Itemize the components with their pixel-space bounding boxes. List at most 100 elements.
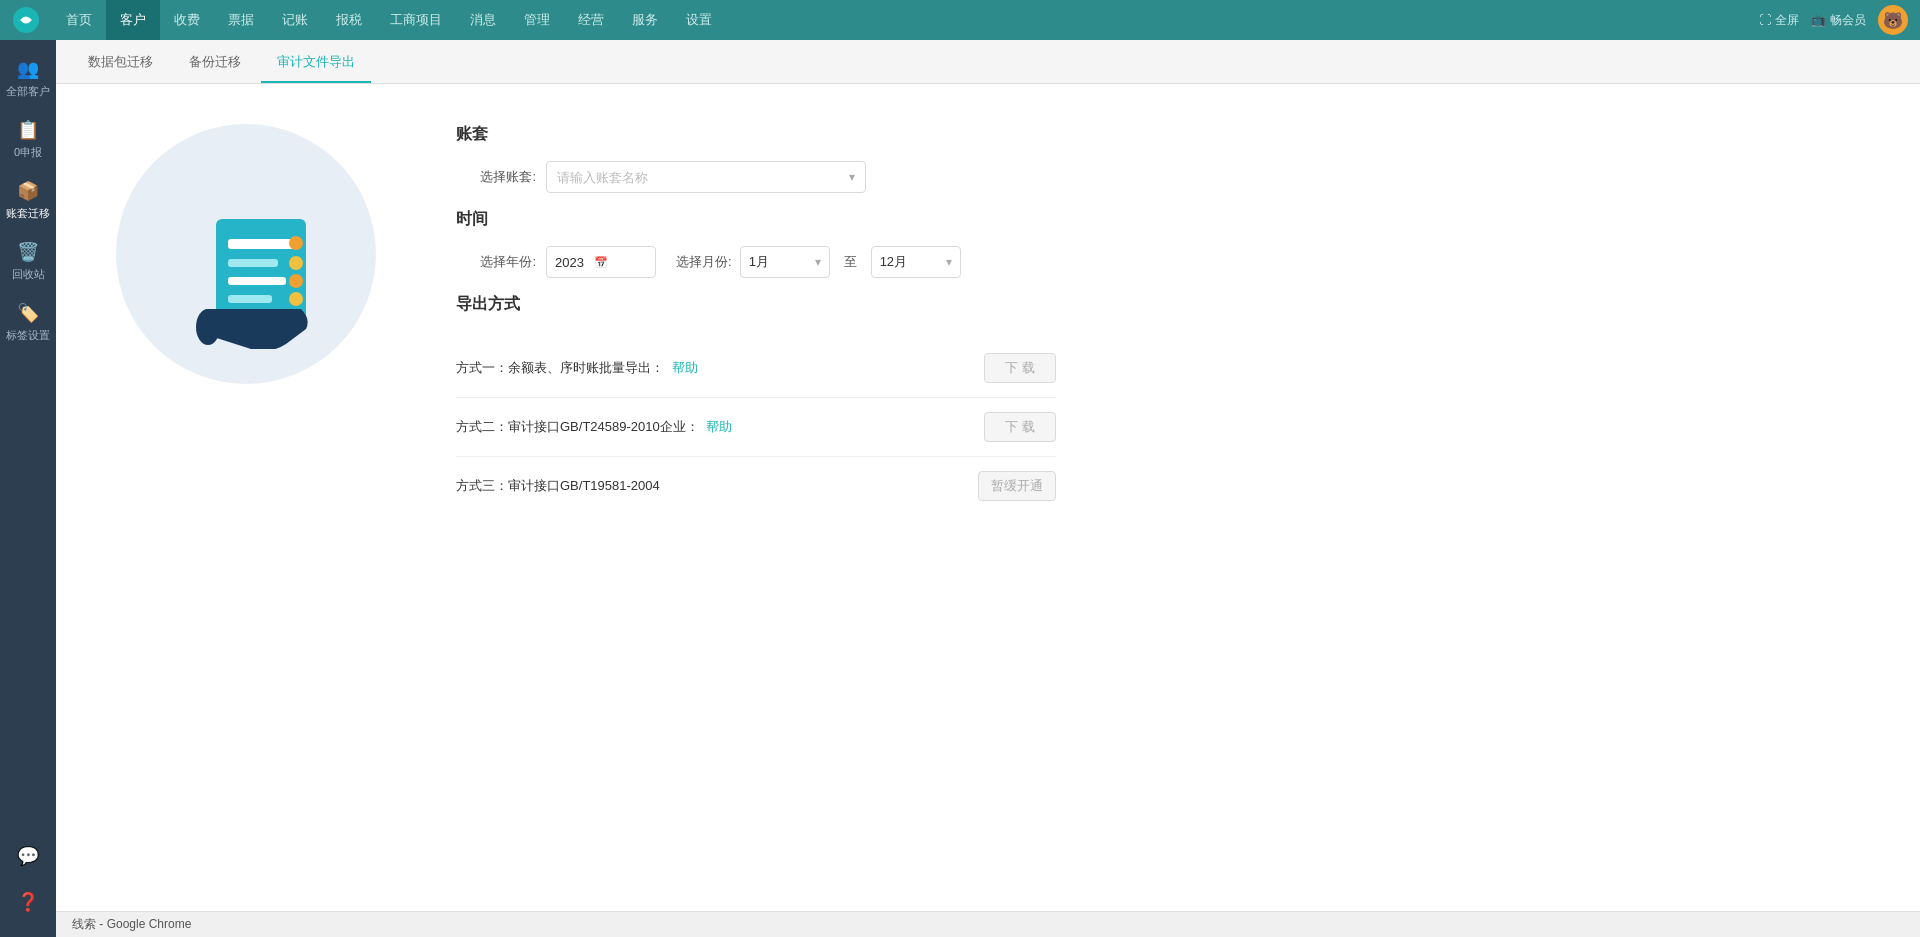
tab-backup-migrate[interactable]: 备份迁移 [173,43,257,83]
sidebar-label-tag-settings: 标签设置 [6,328,50,343]
export-method-2-text: 方式二：审计接口GB/T24589-2010企业： 帮助 [456,418,984,436]
download-button-1[interactable]: 下 载 [984,353,1056,383]
svg-rect-4 [228,277,286,285]
logo [8,2,44,38]
illustration-svg [166,159,326,349]
svg-rect-3 [228,259,278,267]
nav-fee[interactable]: 收费 [160,0,214,40]
download-button-2[interactable]: 下 载 [984,412,1056,442]
sidebar: 👥 全部客户 📋 0申报 📦 账套迁移 🗑️ 回收站 🏷️ 标签设置 💬 ❓ [0,40,56,937]
month-label: 选择月份: [676,253,732,271]
export-method-1-text: 方式一：余额表、序时账批量导出： 帮助 [456,359,984,377]
sidebar-label-all-customers: 全部客户 [6,84,50,99]
account-section-title: 账套 [456,124,1056,145]
svg-point-6 [289,236,303,250]
tag-icon: 🏷️ [17,302,39,324]
account-input[interactable] [557,170,849,185]
nav-tax[interactable]: 报税 [322,0,376,40]
export-section-title: 导出方式 [456,294,1056,315]
nav-business[interactable]: 工商项目 [376,0,456,40]
sidebar-label-recycle: 回收站 [12,267,45,282]
sidebar-item-recycle[interactable]: 🗑️ 回收站 [0,231,56,292]
recycle-icon: 🗑️ [17,241,39,263]
time-section-title: 时间 [456,209,1056,230]
month-end-select[interactable]: 12月 ▾ [871,246,961,278]
page-content: 账套 选择账套: ▾ 时间 选择年份: 2023 📅 [56,84,1920,911]
account-form-row: 选择账套: ▾ [456,161,1056,193]
migrate-icon: 📦 [17,180,39,202]
nav-settings[interactable]: 设置 [672,0,726,40]
svg-point-8 [289,274,303,288]
sidebar-label-account-migrate: 账套迁移 [6,206,50,221]
year-select[interactable]: 2023 📅 [546,246,656,278]
illustration-wrap [116,124,376,384]
nav-items: 首页 客户 收费 票据 记账 报税 工商项目 消息 管理 经营 服务 设置 [52,0,1759,40]
nav-invoice[interactable]: 票据 [214,0,268,40]
year-label: 选择年份: [456,253,536,271]
time-form-row: 选择年份: 2023 📅 选择月份: 1月 ▾ 至 [456,246,1056,278]
nav-customer[interactable]: 客户 [106,0,160,40]
sidebar-bottom: 💬 ❓ [13,837,43,937]
help-link-1[interactable]: 帮助 [672,360,698,375]
declare-icon: 📋 [17,119,39,141]
svg-point-10 [196,309,220,345]
nav-right: ⛶ 全屏 📺 畅会员 🐻 [1759,5,1920,35]
svg-rect-2 [228,239,294,249]
status-text: 线索 - Google Chrome [72,916,191,933]
sidebar-item-tag-settings[interactable]: 🏷️ 标签设置 [0,292,56,353]
export-method-1: 方式一：余额表、序时账批量导出： 帮助 下 载 [456,339,1056,398]
fullscreen-button[interactable]: ⛶ 全屏 [1759,12,1799,29]
fullscreen-icon: ⛶ [1759,13,1771,27]
sidebar-item-all-customers[interactable]: 👥 全部客户 [0,48,56,109]
status-bar: 线索 - Google Chrome [56,911,1920,937]
fullscreen-label: 全屏 [1775,12,1799,29]
export-section: 方式一：余额表、序时账批量导出： 帮助 下 载 方式二：审计接口GB/T2458… [456,339,1056,515]
tab-data-migrate[interactable]: 数据包迁移 [72,43,169,83]
month-start-select[interactable]: 1月 ▾ [740,246,830,278]
to-text: 至 [844,253,857,271]
export-method-2: 方式二：审计接口GB/T24589-2010企业： 帮助 下 载 [456,398,1056,457]
nav-operation[interactable]: 经营 [564,0,618,40]
sidebar-label-zero-declare: 0申报 [14,145,42,160]
customers-icon: 👥 [17,58,39,80]
time-row: 2023 📅 选择月份: 1月 ▾ 至 12月 ▾ [546,246,961,278]
account-label: 选择账套: [456,168,536,186]
sidebar-item-chat[interactable]: 💬 [13,837,43,875]
nav-manage[interactable]: 管理 [510,0,564,40]
avatar[interactable]: 🐻 [1878,5,1908,35]
sidebar-item-account-migrate[interactable]: 📦 账套迁移 [0,170,56,231]
month-end-arrow: ▾ [946,255,952,269]
content-area: 数据包迁移 备份迁移 审计文件导出 [56,40,1920,937]
open-soon-button[interactable]: 暂缓开通 [978,471,1056,501]
svg-rect-5 [228,295,272,303]
month-end-value: 12月 [880,253,907,271]
export-method-3-text: 方式三：审计接口GB/T19581-2004 [456,477,978,495]
help-link-2[interactable]: 帮助 [706,419,732,434]
nav-message[interactable]: 消息 [456,0,510,40]
year-value: 2023 [555,255,584,270]
svg-point-9 [289,292,303,306]
sidebar-item-zero-declare[interactable]: 📋 0申报 [0,109,56,170]
form-area: 账套 选择账套: ▾ 时间 选择年份: 2023 📅 [456,124,1056,515]
top-nav: 首页 客户 收费 票据 记账 报税 工商项目 消息 管理 经营 服务 设置 ⛶ … [0,0,1920,40]
illustration-circle [116,124,376,384]
export-method-3: 方式三：审计接口GB/T19581-2004 暂缓开通 [456,457,1056,515]
vip-icon: 📺 [1811,13,1826,27]
tabs-bar: 数据包迁移 备份迁移 审计文件导出 [56,40,1920,84]
sidebar-item-help[interactable]: ❓ [13,883,43,921]
nav-service[interactable]: 服务 [618,0,672,40]
svg-point-7 [289,256,303,270]
month-start-arrow: ▾ [815,255,821,269]
account-dropdown-arrow: ▾ [849,170,855,184]
year-calendar-icon: 📅 [594,256,608,269]
nav-bookkeeping[interactable]: 记账 [268,0,322,40]
vip-label: 畅会员 [1830,12,1866,29]
month-start-value: 1月 [749,253,769,271]
nav-home[interactable]: 首页 [52,0,106,40]
chat-icon: 💬 [17,845,39,867]
account-select[interactable]: ▾ [546,161,866,193]
vip-button[interactable]: 📺 畅会员 [1811,12,1866,29]
tab-audit-export[interactable]: 审计文件导出 [261,43,371,83]
main-layout: 👥 全部客户 📋 0申报 📦 账套迁移 🗑️ 回收站 🏷️ 标签设置 💬 ❓ [0,40,1920,937]
help-icon: ❓ [17,891,39,913]
